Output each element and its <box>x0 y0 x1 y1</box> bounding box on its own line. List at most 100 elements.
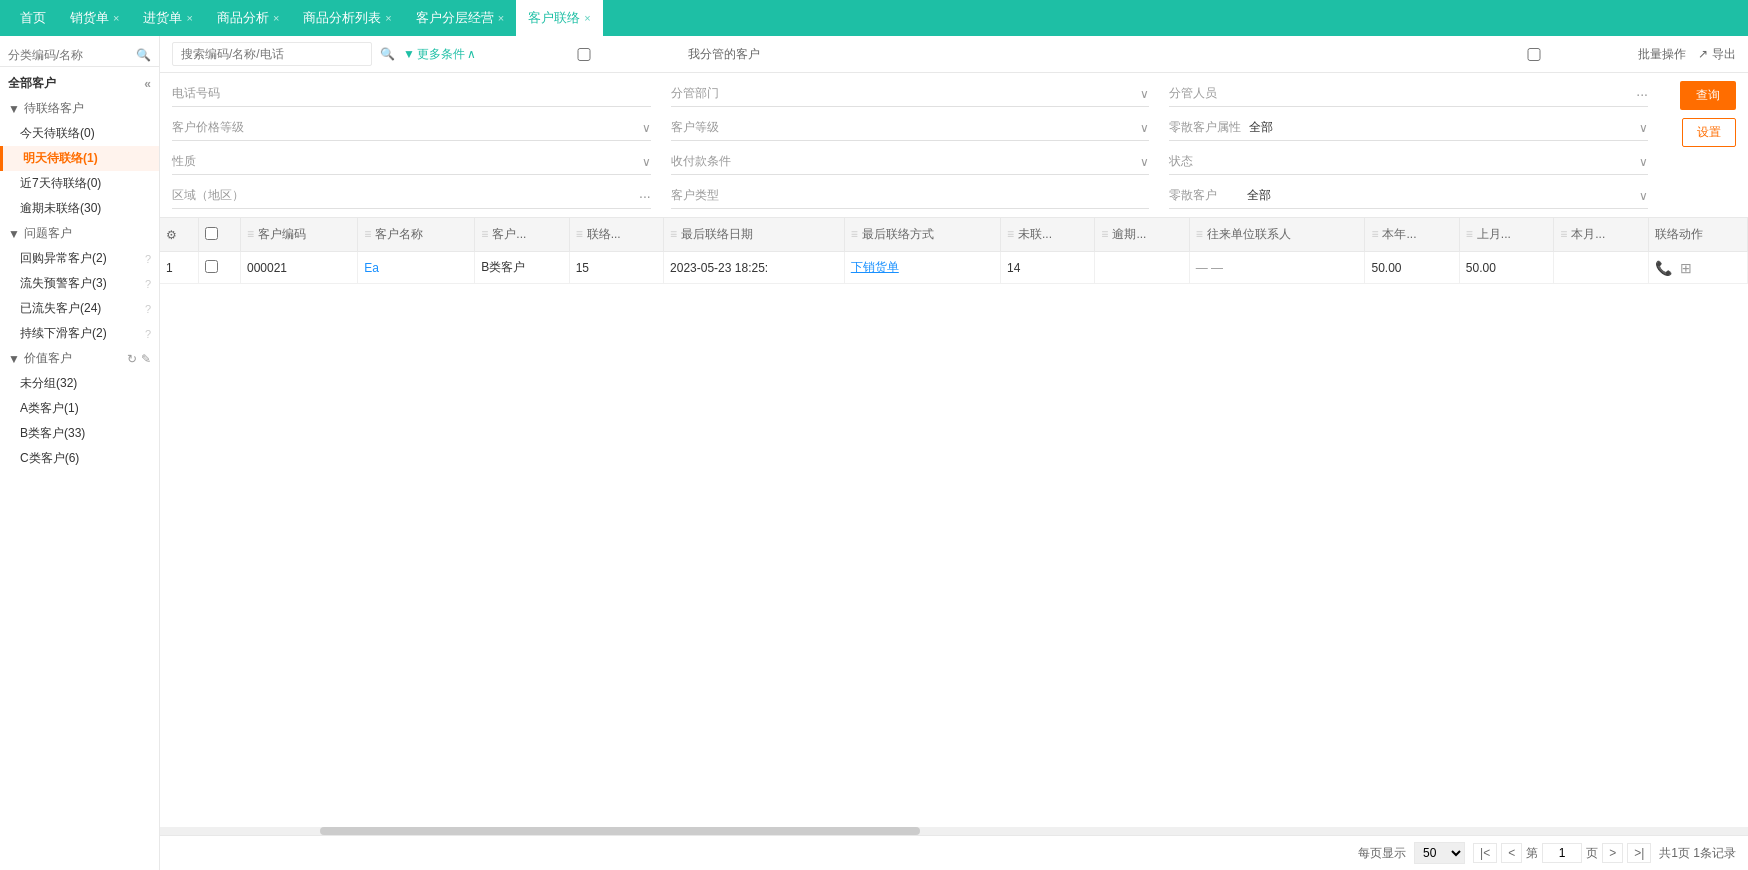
all-customers-header[interactable]: 全部客户 « <box>0 71 159 96</box>
set-button[interactable]: 设置 <box>1682 118 1736 147</box>
edit-icon[interactable]: ✎ <box>141 352 151 366</box>
value-customer-icons: ↻ ✎ <box>127 352 151 366</box>
next-page-button[interactable]: > <box>1602 843 1623 863</box>
query-button[interactable]: 查询 <box>1680 81 1736 110</box>
close-icon[interactable]: × <box>113 12 119 24</box>
sidebar-item-c-class[interactable]: C类客户(6) <box>0 446 159 471</box>
first-page-button[interactable]: |< <box>1473 843 1497 863</box>
row-checkbox[interactable] <box>205 260 218 273</box>
export-button[interactable]: ↗ 导出 <box>1698 46 1736 63</box>
sidebar-search-area: 🔍 <box>0 44 159 67</box>
close-icon[interactable]: × <box>584 12 590 24</box>
table-row: 1 000021 Ea B类客户 15 2023-05-23 18:25: 下销… <box>160 252 1748 284</box>
region-dots-button[interactable]: ··· <box>639 188 651 204</box>
filter-row-2: 客户价格等级 ∨ 客户等级 ∨ <box>172 115 1668 141</box>
col-last-month[interactable]: 上月... <box>1459 218 1553 252</box>
scrollbar-thumb[interactable] <box>320 827 920 835</box>
cell-index: 1 <box>160 252 198 284</box>
toolbar-right: 批量操作 ↗ 导出 <box>1434 46 1736 63</box>
group-pending-contact[interactable]: ▼ 待联络客户 <box>0 96 159 121</box>
filter-retail-attr: 零散客户属性 全部 ∨ <box>1169 115 1648 141</box>
sidebar-item-week-contact[interactable]: 近7天待联络(0) <box>0 171 159 196</box>
col-code[interactable]: 客户编码 <box>241 218 358 252</box>
batch-operation-button[interactable]: 批量操作 <box>1434 46 1686 63</box>
sidebar-item-b-class[interactable]: B类客户(33) <box>0 421 159 446</box>
action-grid-icon[interactable]: ⊞ <box>1680 260 1692 276</box>
col-type[interactable]: 客户... <box>475 218 569 252</box>
cell-last-contact-method[interactable]: 下销货单 <box>844 252 1000 284</box>
contact-method-link[interactable]: 下销货单 <box>851 260 899 274</box>
retail-attr-dropdown[interactable]: 全部 ∨ <box>1249 119 1648 136</box>
payment-terms-dropdown[interactable]: ∨ <box>749 155 1150 169</box>
sidebar-item-overdue-contact[interactable]: 逾期未联络(30) <box>0 196 159 221</box>
sidebar-item-churn-warning[interactable]: 流失预警客户(3) ? <box>0 271 159 296</box>
cell-name: Ea <box>358 252 475 284</box>
more-conditions-button[interactable]: ▼ 更多条件 ∧ <box>403 46 476 63</box>
horizontal-scrollbar[interactable] <box>160 827 1748 835</box>
sidebar-item-repurchase-anomaly[interactable]: 回购异常客户(2) ? <box>0 246 159 271</box>
phone-input[interactable] <box>250 87 651 101</box>
cell-checkbox[interactable] <box>198 252 240 284</box>
my-customers-check[interactable] <box>484 48 684 61</box>
close-icon[interactable]: × <box>385 12 391 24</box>
price-level-dropdown[interactable]: ∨ <box>252 121 651 135</box>
nav-item-sales[interactable]: 销货单 × <box>58 0 131 36</box>
batch-checkbox[interactable] <box>1434 48 1634 61</box>
nav-item-home[interactable]: 首页 <box>8 0 58 36</box>
search-icon[interactable]: 🔍 <box>136 48 151 62</box>
chevron-down-icon: ∨ <box>1140 87 1149 101</box>
nav-item-customer-tier[interactable]: 客户分层经营 × <box>404 0 516 36</box>
status-dropdown[interactable]: ∨ <box>1247 155 1648 169</box>
arrow-icon: ▼ <box>8 352 20 366</box>
dept-dropdown[interactable]: ∨ <box>749 87 1150 101</box>
last-page-button[interactable]: >| <box>1627 843 1651 863</box>
nav-item-purchase[interactable]: 进货单 × <box>131 0 204 36</box>
refresh-icon[interactable]: ↻ <box>127 352 137 366</box>
col-this-year[interactable]: 本年... <box>1365 218 1459 252</box>
col-name[interactable]: 客户名称 <box>358 218 475 252</box>
sidebar-item-a-class[interactable]: A类客户(1) <box>0 396 159 421</box>
sidebar-item-today-contact[interactable]: 今天待联络(0) <box>0 121 159 146</box>
page-number-input[interactable] <box>1542 843 1582 863</box>
retail-customer-dropdown[interactable]: 全部 ∨ <box>1247 187 1648 204</box>
filter-person: 分管人员 ··· <box>1169 81 1648 107</box>
sidebar-item-unclassified[interactable]: 未分组(32) <box>0 371 159 396</box>
close-icon[interactable]: × <box>498 12 504 24</box>
my-customers-checkbox[interactable]: 我分管的客户 <box>484 46 760 63</box>
sidebar-search-input[interactable] <box>8 48 136 62</box>
col-checkbox[interactable] <box>198 218 240 252</box>
nav-item-customer-contact[interactable]: 客户联络 × <box>516 0 602 36</box>
col-overdue[interactable]: 逾期... <box>1095 218 1189 252</box>
filter-actions: 查询 设置 <box>1680 81 1736 147</box>
select-all-checkbox[interactable] <box>205 227 218 240</box>
col-last-contact-method[interactable]: 最后联络方式 <box>844 218 1000 252</box>
more-dots-button[interactable]: ··· <box>1636 86 1648 102</box>
col-contact-count[interactable]: 联络... <box>569 218 663 252</box>
nature-dropdown[interactable]: ∨ <box>250 155 651 169</box>
customer-level-dropdown[interactable]: ∨ <box>749 121 1150 135</box>
group-problem-customers[interactable]: ▼ 问题客户 <box>0 221 159 246</box>
help-icon: ? <box>145 253 151 265</box>
col-contact-person[interactable]: 往来单位联系人 <box>1189 218 1365 252</box>
chevron-down-icon: ∨ <box>1140 155 1149 169</box>
nav-item-product-analysis[interactable]: 商品分析 × <box>205 0 291 36</box>
col-uncontacted[interactable]: 未联... <box>1000 218 1094 252</box>
search-button[interactable]: 🔍 <box>380 47 395 61</box>
sidebar-item-tomorrow-contact[interactable]: 明天待联络(1) <box>0 146 159 171</box>
filter-row-3: 性质 ∨ 收付款条件 ∨ <box>172 149 1668 175</box>
collapse-icon[interactable]: « <box>144 77 151 91</box>
group-value-customers[interactable]: ▼ 价值客户 ↻ ✎ <box>0 346 159 371</box>
sidebar-item-churned[interactable]: 已流失客户(24) ? <box>0 296 159 321</box>
chevron-down-icon: ∨ <box>1639 121 1648 135</box>
per-page-select[interactable]: 10 20 50 100 <box>1414 842 1465 864</box>
nav-item-product-list[interactable]: 商品分析列表 × <box>291 0 403 36</box>
prev-page-button[interactable]: < <box>1501 843 1522 863</box>
action-phone-icon[interactable]: 📞 <box>1655 260 1672 276</box>
search-input[interactable] <box>172 42 372 66</box>
col-settings[interactable]: ⚙ <box>160 218 198 252</box>
sidebar-item-declining[interactable]: 持续下滑客户(2) ? <box>0 321 159 346</box>
col-this-month[interactable]: 本月... <box>1554 218 1648 252</box>
close-icon[interactable]: × <box>273 12 279 24</box>
col-last-contact-date[interactable]: 最后联络日期 <box>664 218 845 252</box>
close-icon[interactable]: × <box>186 12 192 24</box>
